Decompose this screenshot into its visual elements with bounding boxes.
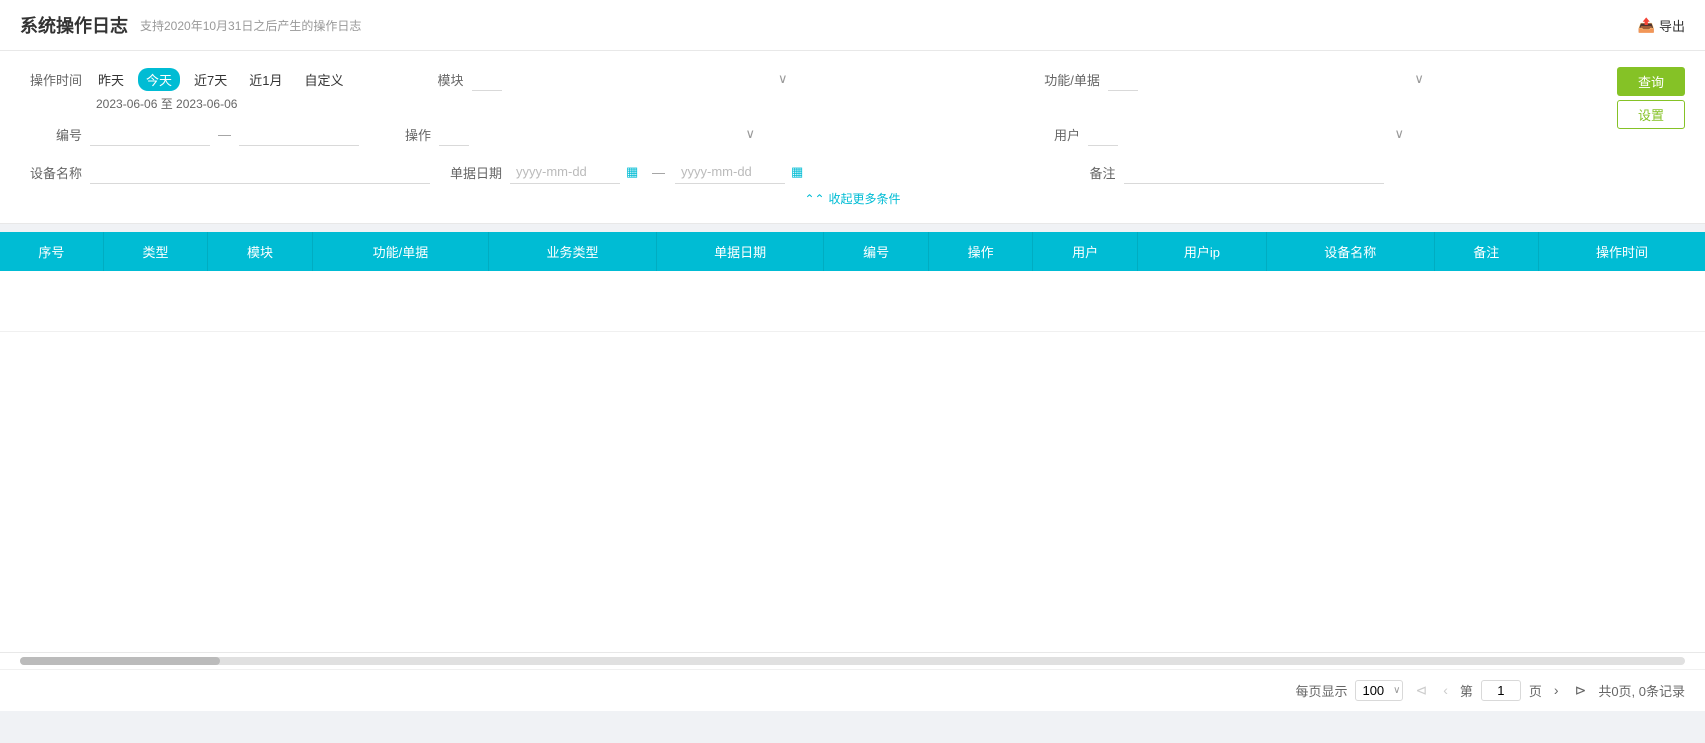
time-label: 操作时间 (20, 70, 90, 89)
module-label: 模块 (412, 70, 472, 89)
table-header-cell: 功能/单据 (312, 232, 488, 271)
operation-select-wrapper: ∨ (439, 122, 759, 146)
collapse-up-icon: ⌃⌃ (804, 192, 824, 206)
remark-input[interactable] (1124, 160, 1384, 184)
page-subtitle: 支持2020年10月31日之后产生的操作日志 (140, 17, 361, 34)
pagination-bar: 每页显示 10 20 50 100 ∨ ⊲ ‹ 第 页 › ⊳ 共0页, 0条记… (0, 669, 1705, 711)
empty-area (0, 332, 1705, 652)
doc-date-wrapper: ▦ — ▦ (510, 160, 807, 184)
export-button[interactable]: 📤 导出 (1638, 16, 1685, 35)
page-input[interactable] (1481, 680, 1521, 701)
time-btn-1month[interactable]: 近1月 (241, 68, 290, 91)
doc-date-dash: — (652, 165, 665, 180)
time-options: 昨天 今天 近7天 近1月 自定义 (90, 68, 352, 91)
per-page-label: 每页显示 (1295, 681, 1347, 700)
page-first-button[interactable]: ⊲ (1411, 680, 1431, 701)
code-to-input[interactable] (239, 122, 359, 146)
export-label: 导出 (1659, 16, 1685, 35)
fake-scrollbar[interactable] (20, 657, 1685, 665)
time-btn-7days[interactable]: 近7天 (186, 68, 235, 91)
export-icon: 📤 (1638, 17, 1655, 34)
user-select[interactable] (1088, 122, 1118, 146)
doc-date-from-input[interactable] (510, 160, 620, 184)
table-header-cell: 序号 (0, 232, 103, 271)
scrollbar-thumb (20, 657, 220, 665)
table-section: 序号类型模块功能/单据业务类型单据日期编号操作用户用户ip设备名称备注操作时间 (0, 232, 1705, 332)
device-label: 设备名称 (20, 163, 90, 182)
table-header: 序号类型模块功能/单据业务类型单据日期编号操作用户用户ip设备名称备注操作时间 (0, 232, 1705, 271)
page-last-button[interactable]: ⊳ (1571, 680, 1591, 701)
doc-date-label: 单据日期 (450, 163, 510, 182)
module-select[interactable] (472, 67, 502, 91)
time-btn-yesterday[interactable]: 昨天 (90, 68, 132, 91)
filter-section: 操作时间 昨天 今天 近7天 近1月 自定义 模块 ∨ (0, 51, 1705, 224)
function-chevron-icon: ∨ (1414, 71, 1424, 87)
table-header-cell: 单据日期 (656, 232, 824, 271)
function-label: 功能/单据 (1044, 70, 1108, 89)
query-button[interactable]: 查询 (1617, 67, 1685, 96)
code-label: 编号 (20, 125, 90, 144)
settings-button[interactable]: 设置 (1617, 100, 1685, 129)
function-select-wrapper: ∨ (1108, 67, 1428, 91)
table-header-cell: 模块 (208, 232, 312, 271)
page-size-wrapper: 10 20 50 100 ∨ (1355, 680, 1403, 701)
collapse-bar[interactable]: ⌃⌃ 收起更多条件 (20, 184, 1685, 207)
page-label: 第 (1460, 681, 1473, 700)
collapse-label: 收起更多条件 (829, 190, 901, 207)
user-select-wrapper: ∨ (1088, 122, 1408, 146)
time-btn-custom[interactable]: 自定义 (297, 68, 352, 91)
calendar-to-icon[interactable]: ▦ (791, 164, 807, 180)
code-dash: — (218, 127, 231, 142)
page-title: 系统操作日志 (20, 12, 128, 38)
action-buttons: 查询 设置 (1617, 67, 1685, 129)
table-header-cell: 备注 (1434, 232, 1538, 271)
module-select-wrapper: ∨ (472, 67, 792, 91)
table-header-cell: 编号 (824, 232, 928, 271)
data-table: 序号类型模块功能/单据业务类型单据日期编号操作用户用户ip设备名称备注操作时间 (0, 232, 1705, 332)
remark-label: 备注 (1064, 163, 1124, 182)
table-header-cell: 设备名称 (1266, 232, 1434, 271)
user-chevron-icon: ∨ (1394, 126, 1404, 142)
page-prev-button[interactable]: ‹ (1439, 680, 1452, 700)
page-unit: 页 (1529, 681, 1542, 700)
table-header-cell: 用户 (1033, 232, 1137, 271)
code-from-input[interactable] (90, 122, 210, 146)
table-header-cell: 类型 (103, 232, 207, 271)
time-range: 2023-06-06 至 2023-06-06 (96, 95, 237, 112)
total-info: 共0页, 0条记录 (1598, 681, 1685, 700)
table-body (0, 271, 1705, 331)
user-label: 用户 (1028, 125, 1088, 144)
device-input[interactable] (90, 160, 430, 184)
function-select[interactable] (1108, 67, 1138, 91)
operation-label: 操作 (379, 125, 439, 144)
page-size-select[interactable]: 10 20 50 100 (1355, 680, 1403, 701)
table-header-cell: 业务类型 (489, 232, 657, 271)
operation-select[interactable] (439, 122, 469, 146)
table-header-cell: 操作 (928, 232, 1032, 271)
operation-chevron-icon: ∨ (745, 126, 755, 142)
calendar-from-icon[interactable]: ▦ (626, 164, 642, 180)
table-header-cell: 用户ip (1137, 232, 1266, 271)
page-header: 系统操作日志 支持2020年10月31日之后产生的操作日志 📤 导出 (0, 0, 1705, 51)
table-header-cell: 操作时间 (1539, 232, 1705, 271)
page-next-button[interactable]: › (1550, 680, 1563, 700)
time-btn-today[interactable]: 今天 (138, 68, 180, 91)
module-chevron-icon: ∨ (778, 71, 788, 87)
doc-date-to-input[interactable] (675, 160, 785, 184)
scrollbar-area (0, 652, 1705, 669)
